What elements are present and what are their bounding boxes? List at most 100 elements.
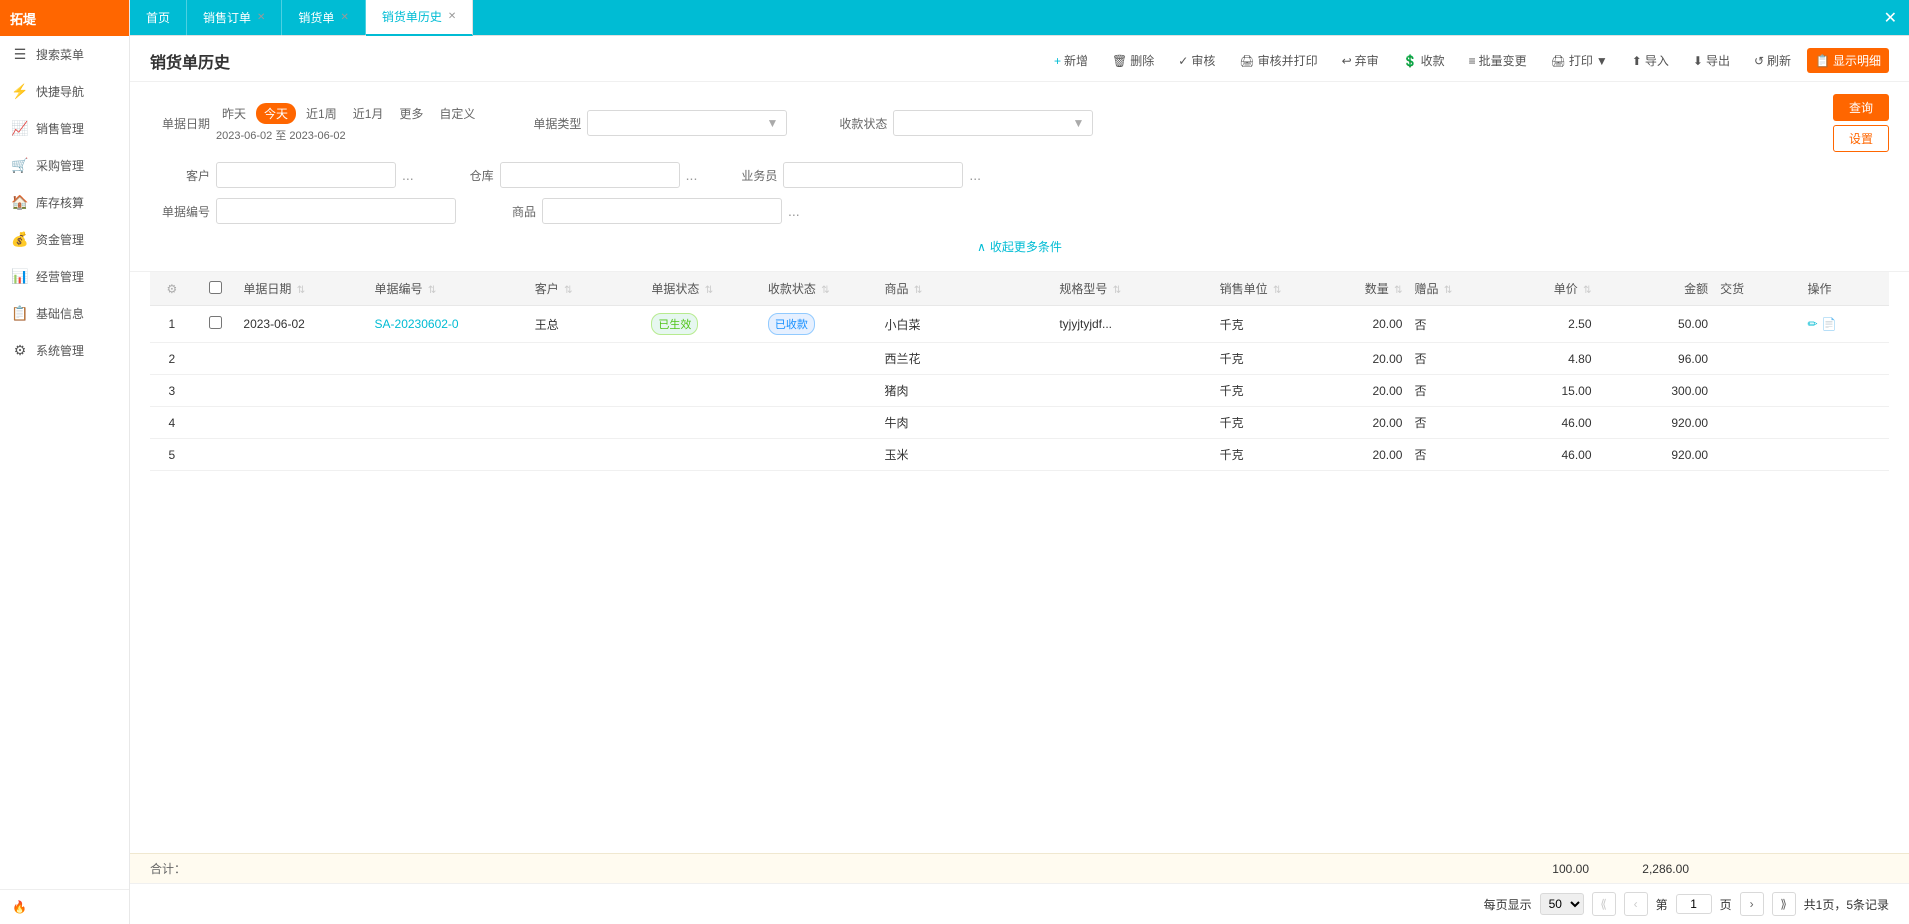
- audit-label: 审核: [1191, 52, 1215, 69]
- col-customer-header[interactable]: 客户 ⇅: [529, 272, 646, 306]
- settings-icon[interactable]: ⚙: [166, 282, 177, 296]
- batch-change-button[interactable]: ≡ 批量变更: [1461, 48, 1535, 73]
- new-button[interactable]: + 新增: [1046, 48, 1096, 73]
- row-gift: 否: [1408, 407, 1480, 439]
- sidebar-item-purchase-mgmt[interactable]: 🛒 采购管理: [0, 147, 129, 184]
- row-doc-status: [645, 439, 762, 471]
- footer-label: 合计：: [150, 860, 210, 877]
- tab-sales-goods[interactable]: 销货单 ✕: [282, 0, 365, 36]
- row-unit: 千克: [1214, 439, 1321, 471]
- delete-button[interactable]: 🗑 删除: [1104, 48, 1162, 73]
- doc-no-link[interactable]: SA-20230602-0: [375, 317, 459, 331]
- delete-label: 删除: [1130, 52, 1154, 69]
- col-price-header[interactable]: 单价 ⇅: [1481, 272, 1598, 306]
- doc-type-select[interactable]: ▼: [587, 110, 787, 136]
- page-input[interactable]: [1676, 894, 1712, 914]
- col-goods-label: 商品: [884, 282, 908, 296]
- customer-filter-group: 客户 ...: [150, 162, 414, 188]
- row-checkbox[interactable]: [209, 316, 222, 329]
- collapse-button[interactable]: ∧ 收起更多条件: [150, 234, 1889, 259]
- pay-status-badge: 已收款: [768, 313, 815, 335]
- first-page-button[interactable]: ⟪: [1592, 892, 1616, 916]
- goods-input[interactable]: [542, 198, 782, 224]
- col-settings[interactable]: ⚙: [150, 272, 194, 306]
- sidebar-item-inventory[interactable]: 🏠 库存核算: [0, 184, 129, 221]
- col-gift-header[interactable]: 赠品 ⇅: [1408, 272, 1480, 306]
- setting-button[interactable]: 设置: [1833, 125, 1889, 152]
- row-customer: [529, 407, 646, 439]
- row-actions: [1802, 407, 1890, 439]
- col-status-header[interactable]: 单据状态 ⇅: [645, 272, 762, 306]
- prev-page-button[interactable]: ‹: [1624, 892, 1648, 916]
- app-logo: 拓堤: [0, 0, 129, 36]
- salesman-dots[interactable]: ...: [969, 167, 981, 183]
- audit-button[interactable]: ✓ 审核: [1170, 48, 1223, 73]
- query-button[interactable]: 查询: [1833, 94, 1889, 121]
- col-amount-header[interactable]: 金额: [1598, 272, 1715, 306]
- col-date-header[interactable]: 单据日期 ⇅: [237, 272, 368, 306]
- col-no-header[interactable]: 单据编号 ⇅: [369, 272, 529, 306]
- print-button[interactable]: 🖨 打印 ▼: [1543, 48, 1616, 73]
- audit-print-button[interactable]: 🖨 审核并打印: [1231, 48, 1325, 73]
- collect-button[interactable]: 💲 收款: [1395, 48, 1453, 73]
- tab-sales-goods-close[interactable]: ✕: [340, 12, 348, 23]
- select-all-checkbox[interactable]: [209, 281, 222, 294]
- col-goods-header[interactable]: 商品 ⇅: [878, 272, 1053, 306]
- discard-button[interactable]: ↩ 弃审: [1334, 48, 1387, 73]
- date-tag-today[interactable]: 今天: [256, 103, 296, 124]
- col-customer-label: 客户: [535, 282, 559, 296]
- import-button[interactable]: ⬆ 导入: [1624, 48, 1677, 73]
- next-page-button[interactable]: ›: [1740, 892, 1764, 916]
- sidebar-item-finance[interactable]: 💰 资金管理: [0, 221, 129, 258]
- customer-dots[interactable]: ...: [402, 167, 414, 183]
- sidebar-bottom-fire[interactable]: 🔥: [0, 890, 129, 924]
- customer-input[interactable]: [216, 162, 396, 188]
- audit-print-icon: 🖨: [1239, 54, 1254, 68]
- tab-sales-history-close[interactable]: ✕: [448, 11, 456, 22]
- row-unit: 千克: [1214, 375, 1321, 407]
- tab-sales-order[interactable]: 销售订单 ✕: [187, 0, 282, 36]
- refresh-button[interactable]: ↺ 刷新: [1746, 48, 1799, 73]
- date-tag-last30[interactable]: 近1月: [347, 103, 390, 124]
- sidebar-item-base-info[interactable]: 📋 基础信息: [0, 295, 129, 332]
- date-tag-last7[interactable]: 近1周: [300, 103, 343, 124]
- date-tag-more[interactable]: 更多: [393, 103, 429, 124]
- footer-action-spacer: [1829, 862, 1889, 876]
- col-qty-header[interactable]: 数量 ⇅: [1321, 272, 1408, 306]
- sidebar-item-sales-mgmt[interactable]: 📈 销售管理: [0, 110, 129, 147]
- last-page-button[interactable]: ⟫: [1772, 892, 1796, 916]
- col-pay-header[interactable]: 收款状态 ⇅: [762, 272, 879, 306]
- show-detail-button[interactable]: 📋 显示明细: [1807, 48, 1889, 73]
- row-unit: 千克: [1214, 343, 1321, 375]
- sidebar-item-search-menu[interactable]: ☰ 搜索菜单: [0, 36, 129, 73]
- row-amount: 96.00: [1598, 343, 1715, 375]
- export-button[interactable]: ⬇ 导出: [1685, 48, 1738, 73]
- tab-home[interactable]: 首页: [130, 0, 187, 36]
- discard-label: 弃审: [1355, 52, 1379, 69]
- row-qty: 20.00: [1321, 306, 1408, 343]
- action-btn[interactable]: ✏: [1808, 317, 1818, 331]
- col-no-label: 单据编号: [375, 282, 423, 296]
- tab-bar-close-btn[interactable]: ✕: [1872, 8, 1909, 28]
- goods-dots[interactable]: ...: [788, 203, 800, 219]
- row-pay-status: [762, 343, 879, 375]
- per-page-select[interactable]: 50: [1540, 893, 1584, 915]
- docno-input[interactable]: [216, 198, 456, 224]
- date-tag-custom[interactable]: 自定义: [433, 103, 481, 124]
- row-docno: [369, 407, 529, 439]
- docno-label: 单据编号: [150, 203, 210, 220]
- salesman-input[interactable]: [783, 162, 963, 188]
- sidebar-item-quick-nav[interactable]: ⚡ 快捷导航: [0, 73, 129, 110]
- warehouse-input[interactable]: [500, 162, 680, 188]
- discard-icon: ↩: [1342, 54, 1352, 68]
- pay-status-select[interactable]: ▼: [893, 110, 1093, 136]
- action-btn[interactable]: 📄: [1822, 317, 1837, 331]
- tab-sales-history[interactable]: 销货单历史 ✕: [366, 0, 473, 36]
- sidebar-item-sys-mgmt[interactable]: ⚙ 系统管理: [0, 332, 129, 369]
- date-tag-yesterday[interactable]: 昨天: [216, 103, 252, 124]
- col-spec-header[interactable]: 规格型号 ⇅: [1053, 272, 1213, 306]
- warehouse-dots[interactable]: ...: [686, 167, 698, 183]
- sidebar-item-operations[interactable]: 📊 经营管理: [0, 258, 129, 295]
- tab-sales-order-close[interactable]: ✕: [257, 12, 265, 23]
- col-unit-header[interactable]: 销售单位 ⇅: [1214, 272, 1321, 306]
